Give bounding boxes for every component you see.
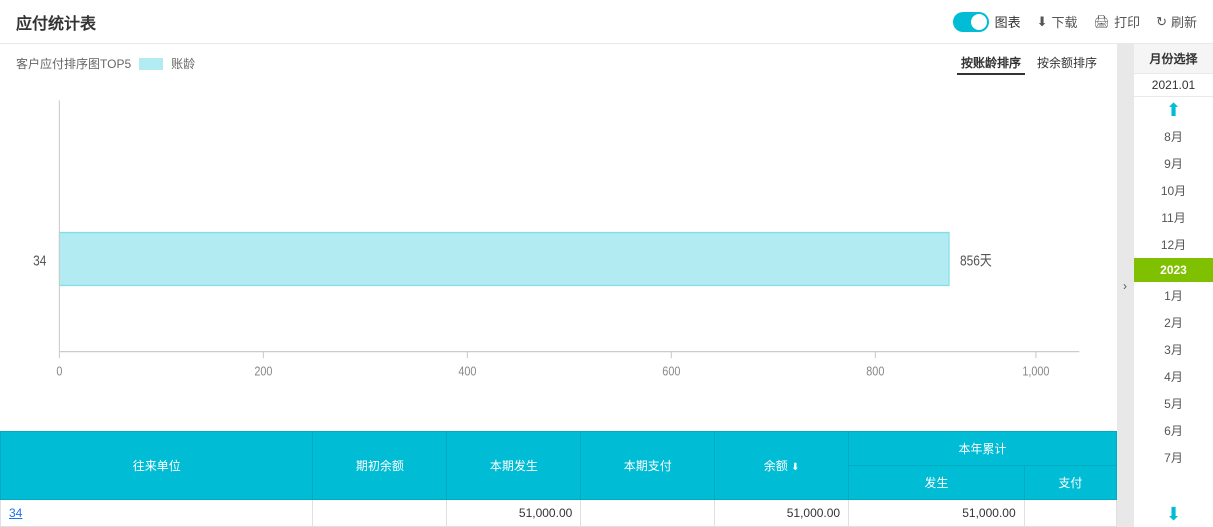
- svg-text:800: 800: [866, 363, 884, 378]
- col-balance-header: 余额 ⬇: [715, 432, 849, 500]
- sidebar-months-list: 8月 9月 10月 11月 12月 2023 1月 2月 3月 4月 5月 6月…: [1134, 123, 1213, 501]
- col-current-pay-header: 本期支付: [581, 432, 715, 500]
- svg-text:0: 0: [56, 363, 62, 378]
- sidebar-nav-up[interactable]: ⬆: [1134, 97, 1213, 123]
- sidebar-month-2[interactable]: 2月: [1134, 309, 1213, 336]
- legend-color-box: [139, 58, 163, 70]
- page-header: 应付统计表 图表 ⬇ 下载 🖨 打印 ↻ 刷新: [0, 0, 1213, 44]
- chart-top-bar: 客户应付排序图TOP5 账龄 按账龄排序 按余额排序: [0, 44, 1117, 83]
- sort-by-amount-button[interactable]: 按账龄排序: [957, 52, 1025, 75]
- col-unit-header: 往来单位: [1, 432, 313, 500]
- sidebar-header: 月份选择: [1134, 44, 1213, 74]
- chart-svg: 34 856天 0 200 400 600: [16, 87, 1101, 431]
- collapse-sidebar-button[interactable]: ›: [1117, 44, 1133, 527]
- svg-text:400: 400: [458, 363, 476, 378]
- svg-text:856天: 856天: [960, 252, 992, 268]
- chart-label: 图表: [995, 12, 1021, 31]
- cell-year-occur: 51,000.00: [849, 500, 1025, 527]
- cell-unit[interactable]: 34: [1, 500, 313, 527]
- sort-buttons: 按账龄排序 按余额排序: [957, 52, 1101, 75]
- chevron-up-icon: ⬆: [1166, 101, 1181, 119]
- sidebar-month-8[interactable]: 8月: [1134, 123, 1213, 150]
- cell-opening: [313, 500, 447, 527]
- sidebar-month-7[interactable]: 7月: [1134, 444, 1213, 471]
- print-label: 打印: [1114, 12, 1140, 31]
- chart-title-label: 客户应付排序图TOP5: [16, 55, 131, 72]
- sidebar-nav-down[interactable]: ⬇: [1134, 501, 1213, 527]
- sidebar-month-3[interactable]: 3月: [1134, 336, 1213, 363]
- legend-label: 账龄: [171, 55, 195, 72]
- chart-area: 34 856天 0 200 400 600: [0, 83, 1117, 431]
- sidebar-month-5[interactable]: 5月: [1134, 390, 1213, 417]
- refresh-label: 刷新: [1171, 12, 1197, 31]
- print-button[interactable]: 🖨 打印: [1094, 12, 1141, 31]
- main-content: 客户应付排序图TOP5 账龄 按账龄排序 按余额排序 34 856天: [0, 44, 1213, 527]
- cell-year-pay: [1024, 500, 1116, 527]
- sidebar-month-10[interactable]: 10月: [1134, 177, 1213, 204]
- col-year-occur-header: 发生: [849, 466, 1025, 500]
- sidebar-month-1[interactable]: 1月: [1134, 282, 1213, 309]
- print-icon: 🖨: [1094, 14, 1111, 30]
- sidebar-month-6[interactable]: 6月: [1134, 417, 1213, 444]
- svg-text:1,000: 1,000: [1022, 363, 1049, 378]
- sidebar-year-marker[interactable]: 2023: [1134, 258, 1213, 282]
- chart-toggle[interactable]: [953, 12, 989, 32]
- download-icon: ⬇: [1037, 14, 1048, 30]
- data-table: 往来单位 期初余额 本期发生 本期支付 余额 ⬇ 本年累计 发生: [0, 431, 1117, 527]
- sidebar-month-9[interactable]: 9月: [1134, 150, 1213, 177]
- chart-section: 客户应付排序图TOP5 账龄 按账龄排序 按余额排序 34 856天: [0, 44, 1117, 527]
- sidebar-month-11[interactable]: 11月: [1134, 204, 1213, 231]
- svg-text:600: 600: [662, 363, 680, 378]
- chart-legend: 客户应付排序图TOP5 账龄: [16, 55, 195, 72]
- download-button[interactable]: ⬇ 下载: [1037, 12, 1078, 31]
- svg-text:200: 200: [254, 363, 272, 378]
- col-year-total-header: 本年累计: [849, 432, 1117, 466]
- sort-by-balance-button[interactable]: 按余额排序: [1033, 52, 1101, 75]
- sidebar-month-12[interactable]: 12月: [1134, 231, 1213, 258]
- col-year-pay-header: 支付: [1024, 466, 1116, 500]
- table-row: 34 51,000.00 51,000.00 51,000.00: [1, 500, 1117, 527]
- sidebar-month-4[interactable]: 4月: [1134, 363, 1213, 390]
- col-current-occur-header: 本期发生: [447, 432, 581, 500]
- table-header-row: 往来单位 期初余额 本期发生 本期支付 余额 ⬇ 本年累计: [1, 432, 1117, 466]
- refresh-button[interactable]: ↻ 刷新: [1156, 12, 1197, 31]
- header-actions: 图表 ⬇ 下载 🖨 打印 ↻ 刷新: [953, 12, 1197, 32]
- svg-text:34: 34: [33, 252, 46, 268]
- page-title: 应付统计表: [16, 10, 96, 34]
- right-sidebar: 月份选择 2021.01 ⬆ 8月 9月 10月 11月 12月 2023 1月…: [1133, 44, 1213, 527]
- sidebar-current-year[interactable]: 2021.01: [1134, 74, 1213, 97]
- col-opening-header: 期初余额: [313, 432, 447, 500]
- collapse-icon: ›: [1123, 279, 1127, 293]
- chevron-down-icon: ⬇: [1166, 505, 1181, 523]
- cell-current-pay: [581, 500, 715, 527]
- refresh-icon: ↻: [1156, 14, 1167, 30]
- cell-current-occur: 51,000.00: [447, 500, 581, 527]
- cell-balance: 51,000.00: [715, 500, 849, 527]
- data-table-section: 往来单位 期初余额 本期发生 本期支付 余额 ⬇ 本年累计 发生: [0, 431, 1117, 527]
- chart-toggle-wrapper: 图表: [953, 12, 1021, 32]
- download-label: 下载: [1052, 12, 1078, 31]
